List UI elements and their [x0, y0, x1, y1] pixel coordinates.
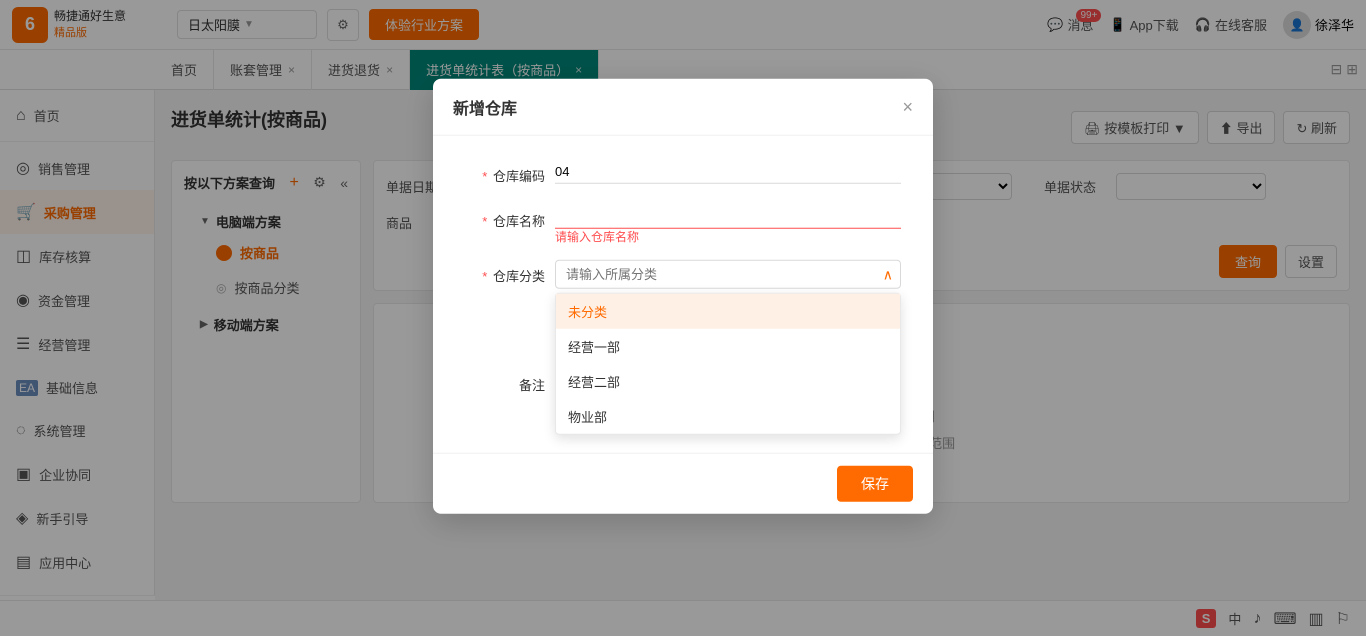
dropdown-option-dept1[interactable]: 经营一部: [556, 329, 900, 364]
code-input[interactable]: [555, 160, 901, 184]
required-star-code: *: [482, 169, 487, 184]
modal-footer: 保存: [433, 453, 933, 514]
dropdown-option-uncategorized[interactable]: 未分类: [556, 294, 900, 329]
category-input[interactable]: [555, 260, 901, 289]
name-input[interactable]: [555, 205, 901, 229]
required-star-category: *: [482, 269, 487, 284]
note-label: 备注: [465, 369, 545, 394]
dropdown-option-dept2[interactable]: 经营二部: [556, 364, 900, 399]
category-label: * 仓库分类: [465, 260, 545, 285]
required-star-name: *: [482, 214, 487, 229]
modal-header: 新增仓库 ×: [433, 79, 933, 136]
category-dropdown: 未分类 经营一部 经营二部 物业部: [555, 293, 901, 435]
form-row-code: * 仓库编码: [465, 160, 901, 185]
code-label: * 仓库编码: [465, 160, 545, 185]
name-error-msg: 请输入仓库名称: [555, 228, 639, 245]
add-warehouse-modal: 新增仓库 × * 仓库编码 * 仓库名称 请输入仓库名称 *: [433, 79, 933, 514]
save-button[interactable]: 保存: [837, 466, 913, 502]
category-select-wrap: ∧ 未分类 经营一部 经营二部 物业部: [555, 260, 901, 289]
name-label: * 仓库名称: [465, 205, 545, 230]
modal-body: * 仓库编码 * 仓库名称 请输入仓库名称 * 仓库分类 ∧: [433, 136, 933, 453]
form-row-name: * 仓库名称 请输入仓库名称: [465, 205, 901, 230]
dropdown-option-property[interactable]: 物业部: [556, 399, 900, 434]
modal-close-button[interactable]: ×: [902, 96, 913, 117]
modal-title: 新增仓库: [453, 95, 517, 119]
form-row-category: * 仓库分类 ∧ 未分类 经营一部 经营二部 物业部: [465, 260, 901, 289]
